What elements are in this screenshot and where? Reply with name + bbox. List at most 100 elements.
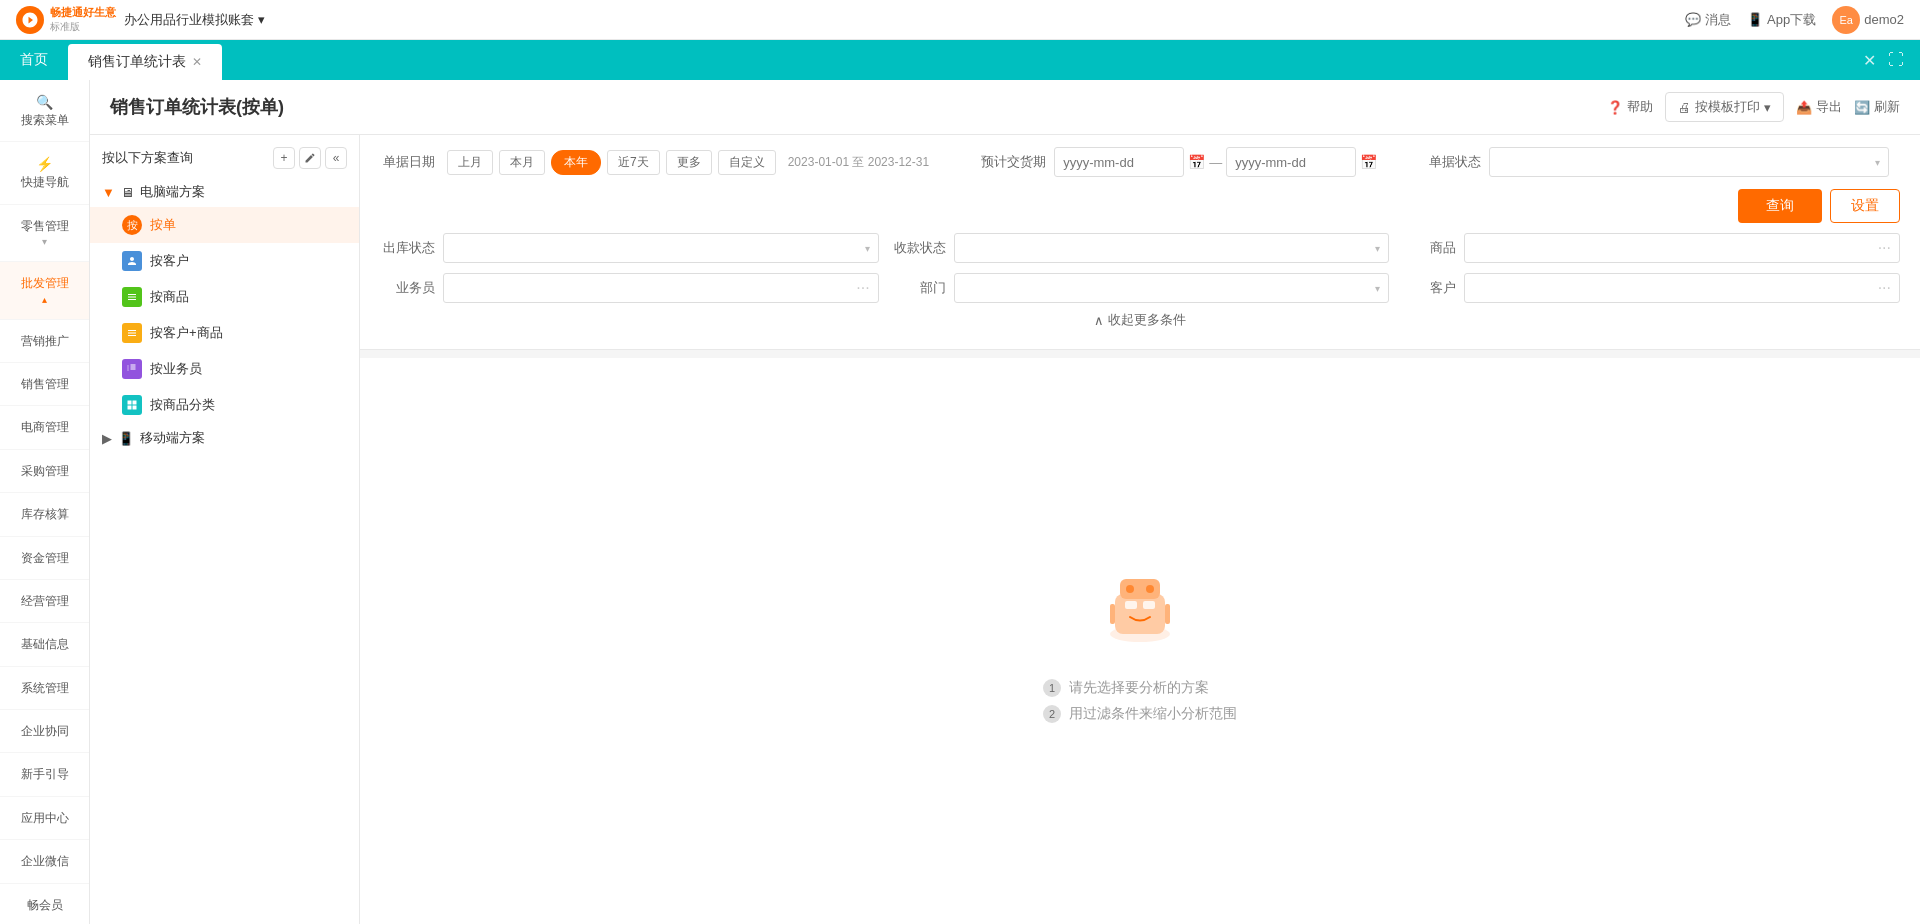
dept-field: 部门 ▾ — [891, 273, 1390, 303]
filter-row-2: 出库状态 ▾ 收款状态 ▾ — [380, 233, 1900, 263]
doc-status-select[interactable]: ▾ — [1489, 147, 1889, 177]
scheme-item-by-product-category[interactable]: 按商品分类 — [90, 387, 359, 423]
help-icon: ❓ — [1607, 100, 1623, 115]
collapse-panel-btn[interactable]: « — [325, 147, 347, 169]
collapse-filters-btn[interactable]: ∧ 收起更多条件 — [1094, 311, 1186, 329]
right-content: 单据日期 上月 本月 本年 近7天 更多 自定义 2023-01-01 至 20… — [360, 135, 1920, 924]
expected-date-section: 预计交货期 📅 — 📅 — [981, 147, 1377, 177]
sidebar-item-system[interactable]: 系统管理 — [0, 667, 89, 710]
edit-scheme-btn[interactable] — [299, 147, 321, 169]
customer-input[interactable]: ··· — [1464, 273, 1900, 303]
salesman-input[interactable]: ··· — [443, 273, 879, 303]
expected-date-start-input[interactable] — [1054, 147, 1184, 177]
more-options-icon[interactable]: ··· — [1878, 239, 1891, 257]
date-btn-this-year[interactable]: 本年 — [551, 150, 601, 175]
action-buttons: 查询 设置 — [1738, 189, 1900, 223]
sidebar-item-sales[interactable]: 销售管理 — [0, 363, 89, 406]
calendar-start-icon[interactable]: 📅 — [1188, 154, 1205, 170]
sidebar-item-retail[interactable]: 零售管理 ▾ — [0, 205, 89, 262]
product-input[interactable]: ··· — [1464, 233, 1900, 263]
salesman-field: 业务员 ··· — [380, 273, 879, 303]
quick-nav-icon: ⚡ — [36, 156, 53, 172]
sidebar-item-ecommerce[interactable]: 电商管理 — [0, 406, 89, 449]
date-range-display: 2023-01-01 至 2023-12-31 — [788, 154, 929, 171]
message-btn[interactable]: 💬 消息 — [1685, 11, 1731, 29]
svg-rect-6 — [1143, 601, 1155, 609]
page-header: 销售订单统计表(按单) ❓ 帮助 🖨 按模板打印 ▾ 📤 导出 — [90, 80, 1920, 135]
expected-date-end-input[interactable] — [1226, 147, 1356, 177]
sidebar-item-wholesale[interactable]: 批发管理 ▴ — [0, 262, 89, 319]
scheme-item-by-customer-product[interactable]: 按客户+商品 — [90, 315, 359, 351]
pay-status-select[interactable]: ▾ — [954, 233, 1390, 263]
add-scheme-btn[interactable]: + — [273, 147, 295, 169]
sidebar-item-marketing[interactable]: 营销推广 — [0, 320, 89, 363]
expand-window-icon[interactable]: ⛶ — [1888, 51, 1904, 70]
filter-row-1: 单据日期 上月 本月 本年 近7天 更多 自定义 2023-01-01 至 20… — [380, 147, 1900, 223]
date-separator: — — [1209, 155, 1222, 170]
tab-home[interactable]: 首页 — [0, 40, 68, 80]
product-label: 商品 — [1401, 239, 1456, 257]
user-menu[interactable]: Ea demo2 — [1832, 6, 1904, 34]
scheme-item-by-salesman[interactable]: 按业务员 — [90, 351, 359, 387]
scheme-group-mobile-header[interactable]: ▶ 📱 移动端方案 — [90, 423, 359, 453]
sidebar-item-app-center[interactable]: 应用中心 — [0, 797, 89, 840]
refresh-btn[interactable]: 🔄 刷新 — [1854, 98, 1900, 116]
calendar-end-icon[interactable]: 📅 — [1360, 154, 1377, 170]
empty-tip-1: 1 请先选择要分析的方案 — [1043, 679, 1237, 697]
dept-select[interactable]: ▾ — [954, 273, 1390, 303]
scheme-panel: 按以下方案查询 + « ▼ 🖥 — [90, 135, 360, 924]
monitor-icon: 🖥 — [121, 185, 134, 200]
customer-label: 客户 — [1401, 279, 1456, 297]
export-btn[interactable]: 📤 导出 — [1796, 98, 1842, 116]
svg-rect-7 — [1110, 604, 1115, 624]
close-window-icon[interactable]: ✕ — [1863, 51, 1876, 70]
more-customer-icon[interactable]: ··· — [1878, 279, 1891, 297]
tab-sales-stats[interactable]: 销售订单统计表 ✕ — [68, 44, 222, 80]
query-button[interactable]: 查询 — [1738, 189, 1822, 223]
sidebar-item-finance[interactable]: 资金管理 — [0, 537, 89, 580]
sidebar-item-quick-nav[interactable]: ⚡ 快捷导航 — [0, 142, 89, 204]
pay-status-label: 收款状态 — [891, 239, 946, 257]
date-btn-last-month[interactable]: 上月 — [447, 150, 493, 175]
print-btn[interactable]: 🖨 按模板打印 ▾ — [1665, 92, 1784, 122]
date-btn-custom[interactable]: 自定义 — [718, 150, 776, 175]
date-btn-last-7-days[interactable]: 近7天 — [607, 150, 660, 175]
content-area: 销售订单统计表(按单) ❓ 帮助 🖨 按模板打印 ▾ 📤 导出 — [90, 80, 1920, 924]
sidebar-item-purchase[interactable]: 采购管理 — [0, 450, 89, 493]
dept-label: 部门 — [891, 279, 946, 297]
doc-status-label: 单据状态 — [1429, 153, 1481, 171]
print-dropdown-icon: ▾ — [1764, 100, 1771, 115]
page-title: 销售订单统计表(按单) — [110, 95, 284, 119]
scheme-icon-salesman — [122, 359, 142, 379]
app-download-btn[interactable]: 📱 App下载 — [1747, 11, 1816, 29]
scheme-item-by-customer[interactable]: 按客户 — [90, 243, 359, 279]
sidebar-item-member[interactable]: 畅会员 — [0, 884, 89, 924]
sidebar-item-operations[interactable]: 经营管理 — [0, 580, 89, 623]
scheme-group-pc-header[interactable]: ▼ 🖥 电脑端方案 — [90, 177, 359, 207]
download-icon: 📱 — [1747, 12, 1763, 27]
sidebar-item-guide[interactable]: 新手引导 — [0, 753, 89, 796]
ship-status-select[interactable]: ▾ — [443, 233, 879, 263]
scheme-item-by-product[interactable]: 按商品 — [90, 279, 359, 315]
doc-status-section: 单据状态 ▾ — [1429, 147, 1900, 177]
tip-num-1: 1 — [1043, 679, 1061, 697]
chevron-right-icon: ▶ — [102, 431, 112, 446]
sidebar-item-inventory[interactable]: 库存核算 — [0, 493, 89, 536]
date-btn-this-month[interactable]: 本月 — [499, 150, 545, 175]
chevron-down-icon: ▾ — [865, 243, 870, 254]
sidebar-item-search-menu[interactable]: 🔍 搜索菜单 — [0, 80, 89, 142]
sidebar-item-enterprise[interactable]: 企业协同 — [0, 710, 89, 753]
date-btn-more[interactable]: 更多 — [666, 150, 712, 175]
product-field: 商品 ··· — [1401, 233, 1900, 263]
workspace-selector[interactable]: 办公用品行业模拟账套 ▾ — [124, 11, 265, 29]
more-salesman-icon[interactable]: ··· — [856, 279, 869, 297]
tab-close-icon[interactable]: ✕ — [192, 55, 202, 69]
sidebar-item-wechat[interactable]: 企业微信 — [0, 840, 89, 883]
settings-button[interactable]: 设置 — [1830, 189, 1900, 223]
date-quick-btns: 上月 本月 本年 近7天 更多 自定义 — [447, 150, 776, 175]
refresh-icon: 🔄 — [1854, 100, 1870, 115]
help-btn[interactable]: ❓ 帮助 — [1607, 98, 1653, 116]
scheme-item-by-order[interactable]: 按 按单 — [90, 207, 359, 243]
sidebar-item-basic-info[interactable]: 基础信息 — [0, 623, 89, 666]
chevron-up-icon: ▴ — [42, 294, 47, 305]
